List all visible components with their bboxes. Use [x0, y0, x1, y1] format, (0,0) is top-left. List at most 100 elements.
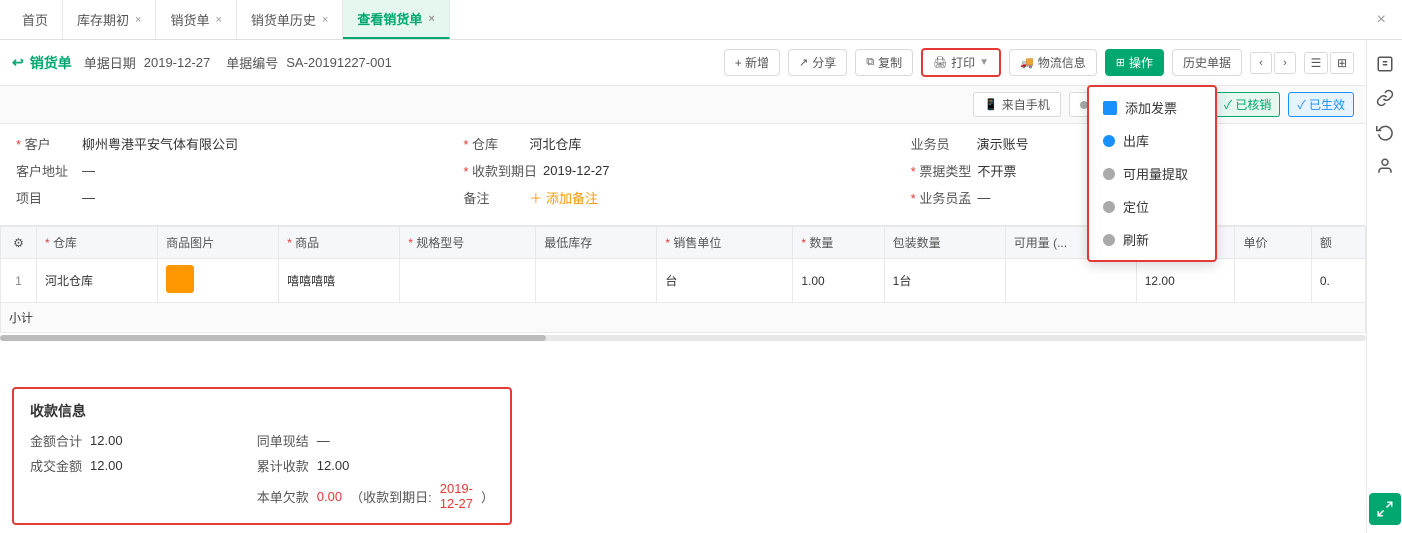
print-button[interactable]: 🖨 打印 ▼ — [921, 48, 1001, 77]
cumulative-row: 累计收款 12.00 — [257, 456, 494, 475]
tab-sales-order[interactable]: 销货单 × — [156, 0, 236, 39]
scroll-indicator[interactable] — [0, 335, 1366, 341]
due-end: ） — [481, 487, 494, 506]
tab-sales-close[interactable]: × — [215, 14, 221, 26]
menu-refresh[interactable]: 刷新 — [1089, 223, 1215, 256]
doc-title: ↩ 销货单 — [12, 53, 72, 73]
project-field: 项目 — — [16, 188, 455, 207]
operations-dropdown: 添加发票 出库 可用量提取 定位 刷新 — [1087, 85, 1217, 262]
num-value: SA-20191227-001 — [286, 55, 392, 70]
settings-icon[interactable]: ⚙ — [13, 236, 24, 250]
plus-icon: ＋ — [529, 191, 542, 206]
add-invoice-icon — [1103, 101, 1117, 115]
cancelled-badge: ✓ 已核销 — [1215, 92, 1281, 117]
menu-qty-take[interactable]: 可用量提取 — [1089, 157, 1215, 190]
refresh-icon — [1103, 234, 1115, 246]
add-label: + 新增 — [735, 54, 769, 71]
warehouse-field: 仓库 河北仓库 — [463, 134, 902, 153]
tab-view-sales[interactable]: 查看销货单 × — [343, 0, 449, 39]
customer-value: 柳州粤港平安气体有限公司 — [82, 134, 238, 153]
doc-title-text: 销货单 — [30, 53, 72, 73]
col-amount: 额 — [1311, 227, 1365, 259]
sidebar-icon-expand[interactable] — [1369, 493, 1401, 525]
project-value: — — [82, 190, 95, 205]
next-button[interactable]: › — [1274, 52, 1296, 74]
deal-amount-row: 成交金额 12.00 — [30, 456, 257, 475]
history-button[interactable]: 历史单据 — [1172, 49, 1242, 76]
view-toggle: ☰ ⊞ — [1304, 52, 1354, 74]
menu-outbound[interactable]: 出库 — [1089, 124, 1215, 157]
project-label: 项目 — [16, 188, 76, 207]
total-row: 金额合计 12.00 — [30, 431, 257, 450]
deal-amount-label: 成交金额 — [30, 456, 82, 475]
balance-row: 本单欠款 0.00 （收款到期日: 2019-12-27 ） — [257, 481, 494, 511]
menu-add-invoice[interactable]: 添加发票 — [1089, 91, 1215, 124]
tab-history-close[interactable]: × — [322, 14, 328, 26]
same-order-row: 同单现结 — — [257, 431, 494, 450]
row-amount: 0. — [1311, 259, 1365, 303]
date-value: 2019-12-27 — [144, 55, 211, 70]
logistics-button[interactable]: 🚚 物流信息 — [1009, 49, 1097, 76]
copy-button[interactable]: ⧉ 复制 — [855, 49, 913, 76]
subtotal-label: 小计 — [1, 303, 1366, 333]
print-label: 打印 — [951, 54, 975, 71]
list-view-button[interactable]: ☰ — [1304, 52, 1328, 74]
row-min-stock — [536, 259, 657, 303]
prev-button[interactable]: ‹ — [1250, 52, 1272, 74]
col-spec: 规格型号 — [400, 227, 536, 259]
effective-badge: ✓ 已生效 — [1288, 92, 1354, 117]
add-button[interactable]: + 新增 — [724, 49, 780, 76]
cumulative-label: 累计收款 — [257, 456, 309, 475]
row-product: 嘻嘻嘻嘻 — [279, 259, 400, 303]
operations-label: 操作 — [1129, 54, 1153, 71]
scroll-thumb — [0, 335, 546, 341]
sidebar-icon-refresh[interactable] — [1369, 116, 1401, 148]
row-image — [158, 259, 279, 303]
tab-view-close[interactable]: × — [428, 13, 434, 25]
salesperson-value: — — [977, 190, 990, 205]
tab-bar-close-btn[interactable]: × — [1369, 11, 1394, 29]
payment-info-grid: 金额合计 12.00 同单现结 — 成交金额 12.00 累计收款 12.00 … — [30, 431, 494, 511]
num-label: 单据编号 — [226, 53, 278, 72]
sidebar-icon-user[interactable] — [1369, 150, 1401, 182]
warehouse-label: 仓库 — [463, 134, 523, 153]
staff-label: 业务员 — [911, 134, 971, 153]
remark-label: 备注 — [463, 188, 523, 207]
row-unit: 台 — [657, 259, 793, 303]
col-image: 商品图片 — [158, 227, 279, 259]
row-current-stock: 12.00 — [1136, 259, 1235, 303]
tab-inventory-close[interactable]: × — [135, 14, 141, 26]
col-unit: 销售单位 — [657, 227, 793, 259]
logistics-label: 物流信息 — [1038, 54, 1086, 71]
total-label: 金额合计 — [30, 431, 82, 450]
salesperson-label: 业务员孟 — [911, 188, 972, 207]
tab-sales-history[interactable]: 销货单历史 × — [237, 0, 343, 39]
menu-locate[interactable]: 定位 — [1089, 190, 1215, 223]
ticket-value: 不开票 — [977, 161, 1016, 180]
grid-view-button[interactable]: ⊞ — [1330, 52, 1354, 74]
sidebar-icon-link[interactable] — [1369, 82, 1401, 114]
tab-home[interactable]: 首页 — [8, 0, 63, 39]
address-value: — — [82, 163, 95, 178]
balance-value: 0.00 — [317, 489, 342, 504]
add-invoice-label: 添加发票 — [1125, 98, 1177, 117]
right-sidebar — [1366, 40, 1402, 533]
tab-inventory-init[interactable]: 库存期初 × — [63, 0, 156, 39]
col-settings[interactable]: ⚙ — [1, 227, 37, 259]
copy-label: 复制 — [878, 54, 902, 71]
refresh-label: 刷新 — [1123, 230, 1149, 249]
cancelled-label: 已核销 — [1235, 98, 1271, 112]
remark-add-btn[interactable]: ＋ 添加备注 — [529, 188, 598, 207]
due-note: （收款到期日: — [350, 487, 432, 506]
sidebar-icon-doc[interactable] — [1369, 48, 1401, 80]
share-button[interactable]: ↗ 分享 — [788, 49, 847, 76]
balance-label: 本单欠款 — [257, 487, 309, 506]
operations-button[interactable]: ⊞ 操作 — [1105, 49, 1164, 76]
doc-icon: ↩ — [12, 54, 24, 71]
due-date-field: 收款到期日 2019-12-27 — [463, 161, 902, 180]
from-mobile-button[interactable]: 📱 来自手机 — [973, 92, 1061, 117]
col-product: 商品 — [279, 227, 400, 259]
effective-label: 已生效 — [1309, 98, 1345, 112]
share-label: 分享 — [812, 54, 836, 71]
check-icon: ✓ — [1224, 98, 1232, 112]
